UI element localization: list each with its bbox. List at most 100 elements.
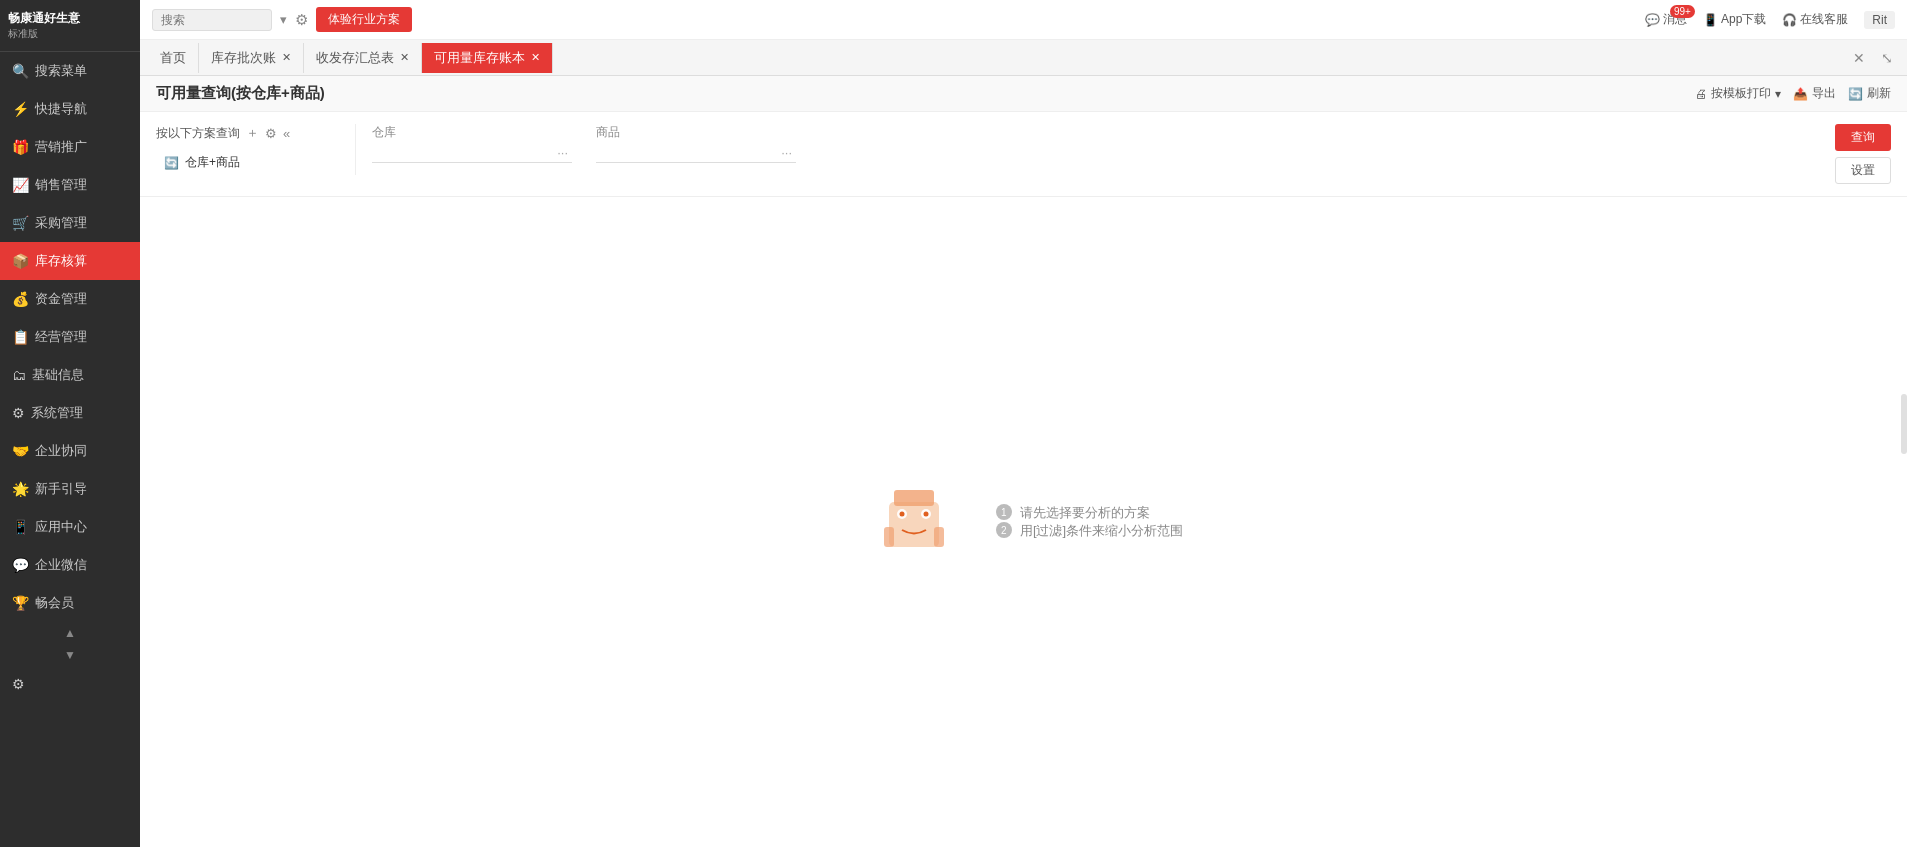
empty-tips: 1请先选择要分析的方案2 用[过滤]条件来缩小分析范围 (996, 504, 1183, 540)
search-icon: 🔍 (12, 63, 29, 79)
svg-point-6 (899, 512, 904, 517)
edit-scheme-icon[interactable]: ⚙ (265, 126, 277, 141)
sidebar-label-wechat: 企业微信 (35, 556, 87, 574)
tab-close-available[interactable]: ✕ (531, 51, 540, 64)
system-icon: ⚙ (12, 405, 25, 421)
finance-icon: 💰 (12, 291, 29, 307)
tab-close-summary[interactable]: ✕ (400, 51, 409, 64)
scheme-item-warehouse_product[interactable]: 🔄 仓库+商品 (156, 150, 339, 175)
filter-scheme-panel: 按以下方案查询 ＋ ⚙ « 🔄 仓库+商品 (156, 124, 356, 175)
sidebar-item-member[interactable]: 🏆畅会员 (0, 584, 140, 622)
tip-num-2: 2 (996, 522, 1012, 538)
topbar-msg[interactable]: 💬 消息 99+ (1645, 11, 1687, 28)
tab-batch[interactable]: 库存批次账✕ (199, 43, 304, 73)
sidebar-header: 畅康通好生意 标准版 (0, 0, 140, 52)
export-label: 导出 (1812, 85, 1836, 102)
print-label: 按模板打印 (1711, 85, 1771, 102)
topbar-right: 💬 消息 99+ 📱 App下载 🎧 在线客服 Rit (1645, 11, 1895, 29)
tip-num-1: 1 (996, 504, 1012, 520)
service-label: 在线客服 (1800, 11, 1848, 28)
topbar-dropdown-arrow[interactable]: ▾ (280, 12, 287, 27)
empty-tip-2: 2 用[过滤]条件来缩小分析范围 (996, 522, 1183, 540)
sidebar-label-newbie: 新手引导 (35, 480, 87, 498)
filter-scheme-title: 按以下方案查询 (156, 125, 240, 142)
tab-available[interactable]: 可用量库存账本✕ (422, 43, 553, 73)
sidebar-item-enterprise[interactable]: 🤝企业协同 (0, 432, 140, 470)
svg-rect-2 (884, 527, 894, 547)
product-field-label: 商品 (596, 124, 796, 141)
tab-window-expand-btn[interactable]: ⤡ (1875, 48, 1899, 68)
tab-window-close-btn[interactable]: ✕ (1847, 48, 1871, 68)
warehouse-field-input-row: ··· (372, 143, 572, 163)
sidebar-label-system: 系统管理 (31, 404, 83, 422)
tab-label-home: 首页 (160, 49, 186, 67)
headset-icon: 🎧 (1782, 13, 1797, 27)
topbar-gear-icon[interactable]: ⚙ (295, 11, 308, 29)
export-btn[interactable]: 📤 导出 (1793, 85, 1836, 102)
sidebar-item-operations[interactable]: 📋经营管理 (0, 318, 140, 356)
sidebar-scroll-down[interactable]: ▼ (0, 644, 140, 666)
sidebar-label-sales: 销售管理 (35, 176, 87, 194)
page-title: 可用量查询(按仓库+商品) (156, 84, 325, 103)
print-btn[interactable]: 🖨 按模板打印 ▾ (1695, 85, 1781, 102)
export-icon: 📤 (1793, 87, 1808, 101)
topbar-user[interactable]: Rit (1864, 11, 1895, 29)
topbar-search-input[interactable] (152, 9, 272, 31)
sidebar-item-search[interactable]: 🔍搜索菜单 (0, 52, 140, 90)
refresh-icon: 🔄 (1848, 87, 1863, 101)
product-dots-btn[interactable]: ··· (781, 145, 792, 160)
collapse-scheme-icon[interactable]: « (283, 126, 290, 141)
sidebar-item-settings[interactable]: ⚙ (0, 666, 140, 702)
sidebar-label-inventory: 库存核算 (35, 252, 87, 270)
sidebar-item-finance[interactable]: 💰资金管理 (0, 280, 140, 318)
topbar-app-download[interactable]: 📱 App下载 (1703, 11, 1766, 28)
warehouse-filter-field: 仓库 ··· (372, 124, 572, 163)
tabs-window-controls: ✕ ⤡ (1847, 48, 1899, 68)
query-button[interactable]: 查询 (1835, 124, 1891, 151)
empty-illustration (864, 472, 964, 572)
settings-icon: ⚙ (12, 676, 25, 692)
product-filter-field: 商品 ··· (596, 124, 796, 163)
industry-btn[interactable]: 体验行业方案 (316, 7, 412, 32)
sidebar-item-basic[interactable]: 🗂基础信息 (0, 356, 140, 394)
inventory-icon: 📦 (12, 253, 29, 269)
warehouse-field-label: 仓库 (372, 124, 572, 141)
tab-summary[interactable]: 收发存汇总表✕ (304, 43, 422, 73)
scheme-icon-warehouse_product: 🔄 (164, 156, 179, 170)
filter-settings-button[interactable]: 设置 (1835, 157, 1891, 184)
phone-icon: 📱 (1703, 13, 1718, 27)
sidebar-scroll-up[interactable]: ▲ (0, 622, 140, 644)
sidebar-item-marketing[interactable]: 🎁营销推广 (0, 128, 140, 166)
sidebar-item-sales[interactable]: 📈 销售管理 (0, 166, 140, 204)
operations-icon: 📋 (12, 329, 29, 345)
empty-tip-1: 1请先选择要分析的方案 (996, 504, 1183, 522)
sidebar-label-appcenter: 应用中心 (35, 518, 87, 536)
svg-rect-0 (889, 502, 939, 547)
tab-close-batch[interactable]: ✕ (282, 51, 291, 64)
sidebar-label-marketing: 营销推广 (35, 138, 87, 156)
topbar-online-service[interactable]: 🎧 在线客服 (1782, 11, 1848, 28)
warehouse-input[interactable] (376, 146, 553, 160)
sidebar-item-system[interactable]: ⚙ 系统管理 (0, 394, 140, 432)
tip-text-2: 用[过滤]条件来缩小分析范围 (1020, 522, 1183, 540)
sidebar-item-shortcut[interactable]: ⚡快捷导航 (0, 90, 140, 128)
scheme-label-warehouse_product: 仓库+商品 (185, 154, 240, 171)
purchase-icon: 🛒 (12, 215, 29, 231)
add-scheme-icon[interactable]: ＋ (246, 124, 259, 142)
sidebar-item-appcenter[interactable]: 📱 应用中心 (0, 508, 140, 546)
sidebar-item-purchase[interactable]: 🛒采购管理 (0, 204, 140, 242)
sidebar-item-newbie[interactable]: 🌟新手引导 (0, 470, 140, 508)
sidebar-item-inventory[interactable]: 📦 库存核算 (0, 242, 140, 280)
warehouse-dots-btn[interactable]: ··· (557, 145, 568, 160)
scrollbar-hint[interactable] (1901, 394, 1907, 454)
sales-icon: 📈 (12, 177, 29, 193)
enterprise-icon: 🤝 (12, 443, 29, 459)
basic-icon: 🗂 (12, 367, 26, 383)
appcenter-icon: 📱 (12, 519, 29, 535)
msg-icon: 💬 (1645, 13, 1660, 27)
refresh-btn[interactable]: 🔄 刷新 (1848, 85, 1891, 102)
tab-home[interactable]: 首页 (148, 43, 199, 73)
empty-state: 1请先选择要分析的方案2 用[过滤]条件来缩小分析范围 (140, 197, 1907, 847)
product-input[interactable] (600, 146, 777, 160)
sidebar-item-wechat[interactable]: 💬企业微信 (0, 546, 140, 584)
